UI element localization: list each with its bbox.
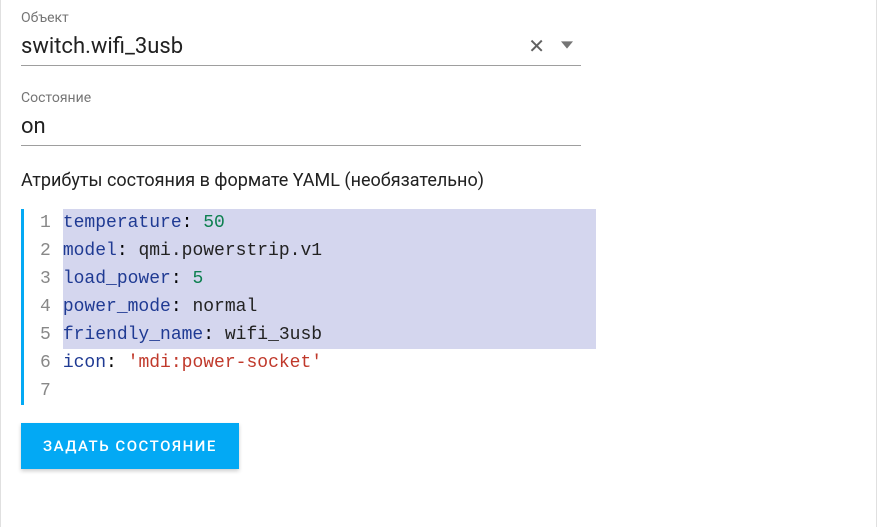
set-state-button[interactable]: ЗАДАТЬ СОСТОЯНИЕ [21,423,239,469]
code-line[interactable]: model: qmi.powerstrip.v1 [63,237,596,265]
line-number: 3 [40,265,51,293]
entity-input-row: ✕ [21,30,581,66]
line-number: 2 [40,237,51,265]
state-field-group: Состояние [21,90,856,146]
state-label: Состояние [21,90,856,106]
entity-field-group: Объект ✕ [21,10,856,66]
state-input[interactable] [21,110,581,143]
code-line[interactable] [63,377,596,405]
submit-row: ЗАДАТЬ СОСТОЯНИЕ [21,423,856,469]
chevron-down-icon[interactable] [553,35,581,58]
code-line[interactable]: temperature: 50 [63,209,596,237]
line-number: 4 [40,293,51,321]
entity-input[interactable] [21,30,520,63]
entity-label: Объект [21,10,856,26]
line-number: 6 [40,349,51,377]
line-number: 7 [40,377,51,405]
code-content[interactable]: temperature: 50model: qmi.powerstrip.v1l… [59,209,596,405]
line-number: 1 [40,209,51,237]
line-gutter: 1234567 [24,209,59,405]
state-input-row [21,110,581,146]
code-line[interactable]: friendly_name: wifi_3usb [63,321,596,349]
code-line[interactable]: icon: 'mdi:power-socket' [63,349,596,377]
yaml-editor[interactable]: 1234567 temperature: 50model: qmi.powers… [21,209,596,405]
code-line[interactable]: load_power: 5 [63,265,596,293]
attributes-label: Атрибуты состояния в формате YAML (необя… [21,170,856,191]
line-number: 5 [40,321,51,349]
code-line[interactable]: power_mode: normal [63,293,596,321]
clear-icon[interactable]: ✕ [520,33,553,61]
